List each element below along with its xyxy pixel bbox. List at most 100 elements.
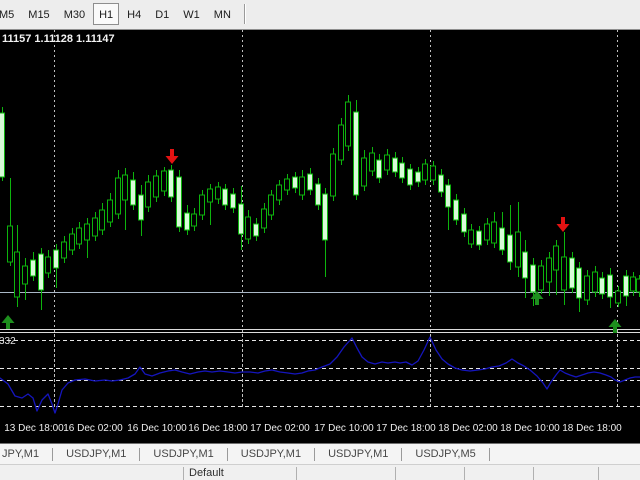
candle-body [299,176,305,196]
chart-area[interactable]: 11157 1.11128 1.11147 332 13 Dec 18:00 16 D… [0,30,640,443]
time-axis-label: 18 Dec 10:00 [500,423,560,434]
candle-body [422,163,428,181]
candle-body [138,194,144,221]
candle-body [76,227,82,245]
candle-body [99,209,105,231]
candle-body [438,174,444,193]
candle-body [599,277,605,295]
statusbar-separator [395,467,396,480]
candle-body [38,253,44,291]
toolbar-separator [243,4,246,24]
candle-body [261,208,267,229]
candle-body [84,223,90,241]
candle-body [461,213,467,233]
statusbar-separator [533,467,534,480]
time-axis-label: 13 Dec 18:00 [4,423,64,434]
chart-tab-5[interactable]: USDJPY,M1 [315,448,401,460]
time-axis-label: 17 Dec 18:00 [376,423,436,434]
tab-divider [488,447,490,461]
candle-body [253,223,259,237]
candle-body [122,174,128,201]
candle-body [22,265,28,285]
candle-body [615,290,621,304]
candle-body [384,154,390,171]
candle-body [61,241,67,259]
candle-body [522,251,528,279]
status-bar: Default [0,464,640,480]
candle-body [168,169,174,198]
chart-tab-4[interactable]: USDJPY,M1 [228,448,314,460]
candle-body [230,193,236,209]
candle-body [491,221,497,244]
candle-body [215,186,221,200]
candle-body [507,234,513,263]
candle-body [45,256,51,274]
candle-body [92,217,98,237]
candle-body [330,153,336,197]
timeframe-button-H4[interactable]: H4 [121,3,147,25]
candle-body [222,188,228,206]
candle-body [53,249,59,269]
candle-body [399,162,405,179]
candle-body [107,199,113,223]
candle-body [515,231,521,268]
candle-body [538,265,544,291]
metatrader-window: M5 M15 M30 H1 H4 D1 W1 MN 11157 1.11128 1.11147… [0,0,640,480]
time-axis-label: 16 Dec 18:00 [188,423,248,434]
candle-body [353,111,359,196]
timeframe-button-D1[interactable]: D1 [149,3,175,25]
candle-body [361,157,367,187]
chart-tabs: JPY,M1 USDJPY,M1 USDJPY,M1 USDJPY,M1 USDJPY,… [0,443,640,464]
statusbar-separator [296,467,297,480]
candle-body [292,176,298,189]
candle-body [499,227,505,251]
candle-body [0,112,5,178]
candle-body [430,165,436,181]
time-axis-label: 16 Dec 02:00 [63,423,123,434]
chart-tab-6[interactable]: USDJPY,M5 [402,448,488,460]
candle-body [561,256,567,291]
timeframe-toolbar: M5 M15 M30 H1 H4 D1 W1 MN [0,0,640,30]
candle-body [338,124,344,161]
candle-body [592,271,598,293]
time-axis-label: 17 Dec 10:00 [314,423,374,434]
time-axis-label: 16 Dec 10:00 [127,423,187,434]
candle-body [238,203,244,235]
candle-body [569,257,575,289]
time-axis-label: 18 Dec 18:00 [562,423,622,434]
timeframe-button-W1[interactable]: W1 [177,3,206,25]
time-axis-label: 18 Dec 02:00 [438,423,498,434]
candle-body [546,257,552,283]
candle-body [468,229,474,245]
candle-body [623,275,629,297]
indicator-line [0,336,640,414]
candle-body [7,225,13,263]
chart-tab-2[interactable]: USDJPY,M1 [53,448,139,460]
sell-arrow-icon [165,149,179,164]
candle-body [453,199,459,221]
candle-body [553,245,559,271]
candle-body [130,179,136,206]
ohlc-readout: 11157 1.11128 1.11147 [2,33,115,45]
candle-body [407,168,413,186]
profile-label[interactable]: Default [189,467,224,479]
chart-tab-1[interactable]: JPY,M1 [0,448,52,460]
candle-body [322,193,328,241]
timeframe-button-M30[interactable]: M30 [58,3,91,25]
statusbar-separator [464,467,465,480]
time-axis-label: 17 Dec 02:00 [250,423,310,434]
candle-body [69,233,75,251]
candle-body [191,213,197,227]
chart-tab-3[interactable]: USDJPY,M1 [140,448,226,460]
candle-body [268,194,274,216]
candle-body [284,178,290,191]
timeframe-button-MN[interactable]: MN [208,3,237,25]
timeframe-button-M5[interactable]: M5 [0,3,20,25]
timeframe-button-M15[interactable]: M15 [22,3,55,25]
candle-body [207,188,213,203]
timeframe-button-H1[interactable]: H1 [93,3,120,25]
buy-arrow-icon [608,319,622,333]
candle-body [484,223,490,241]
candle-body [584,275,590,301]
candle-body [315,183,321,206]
